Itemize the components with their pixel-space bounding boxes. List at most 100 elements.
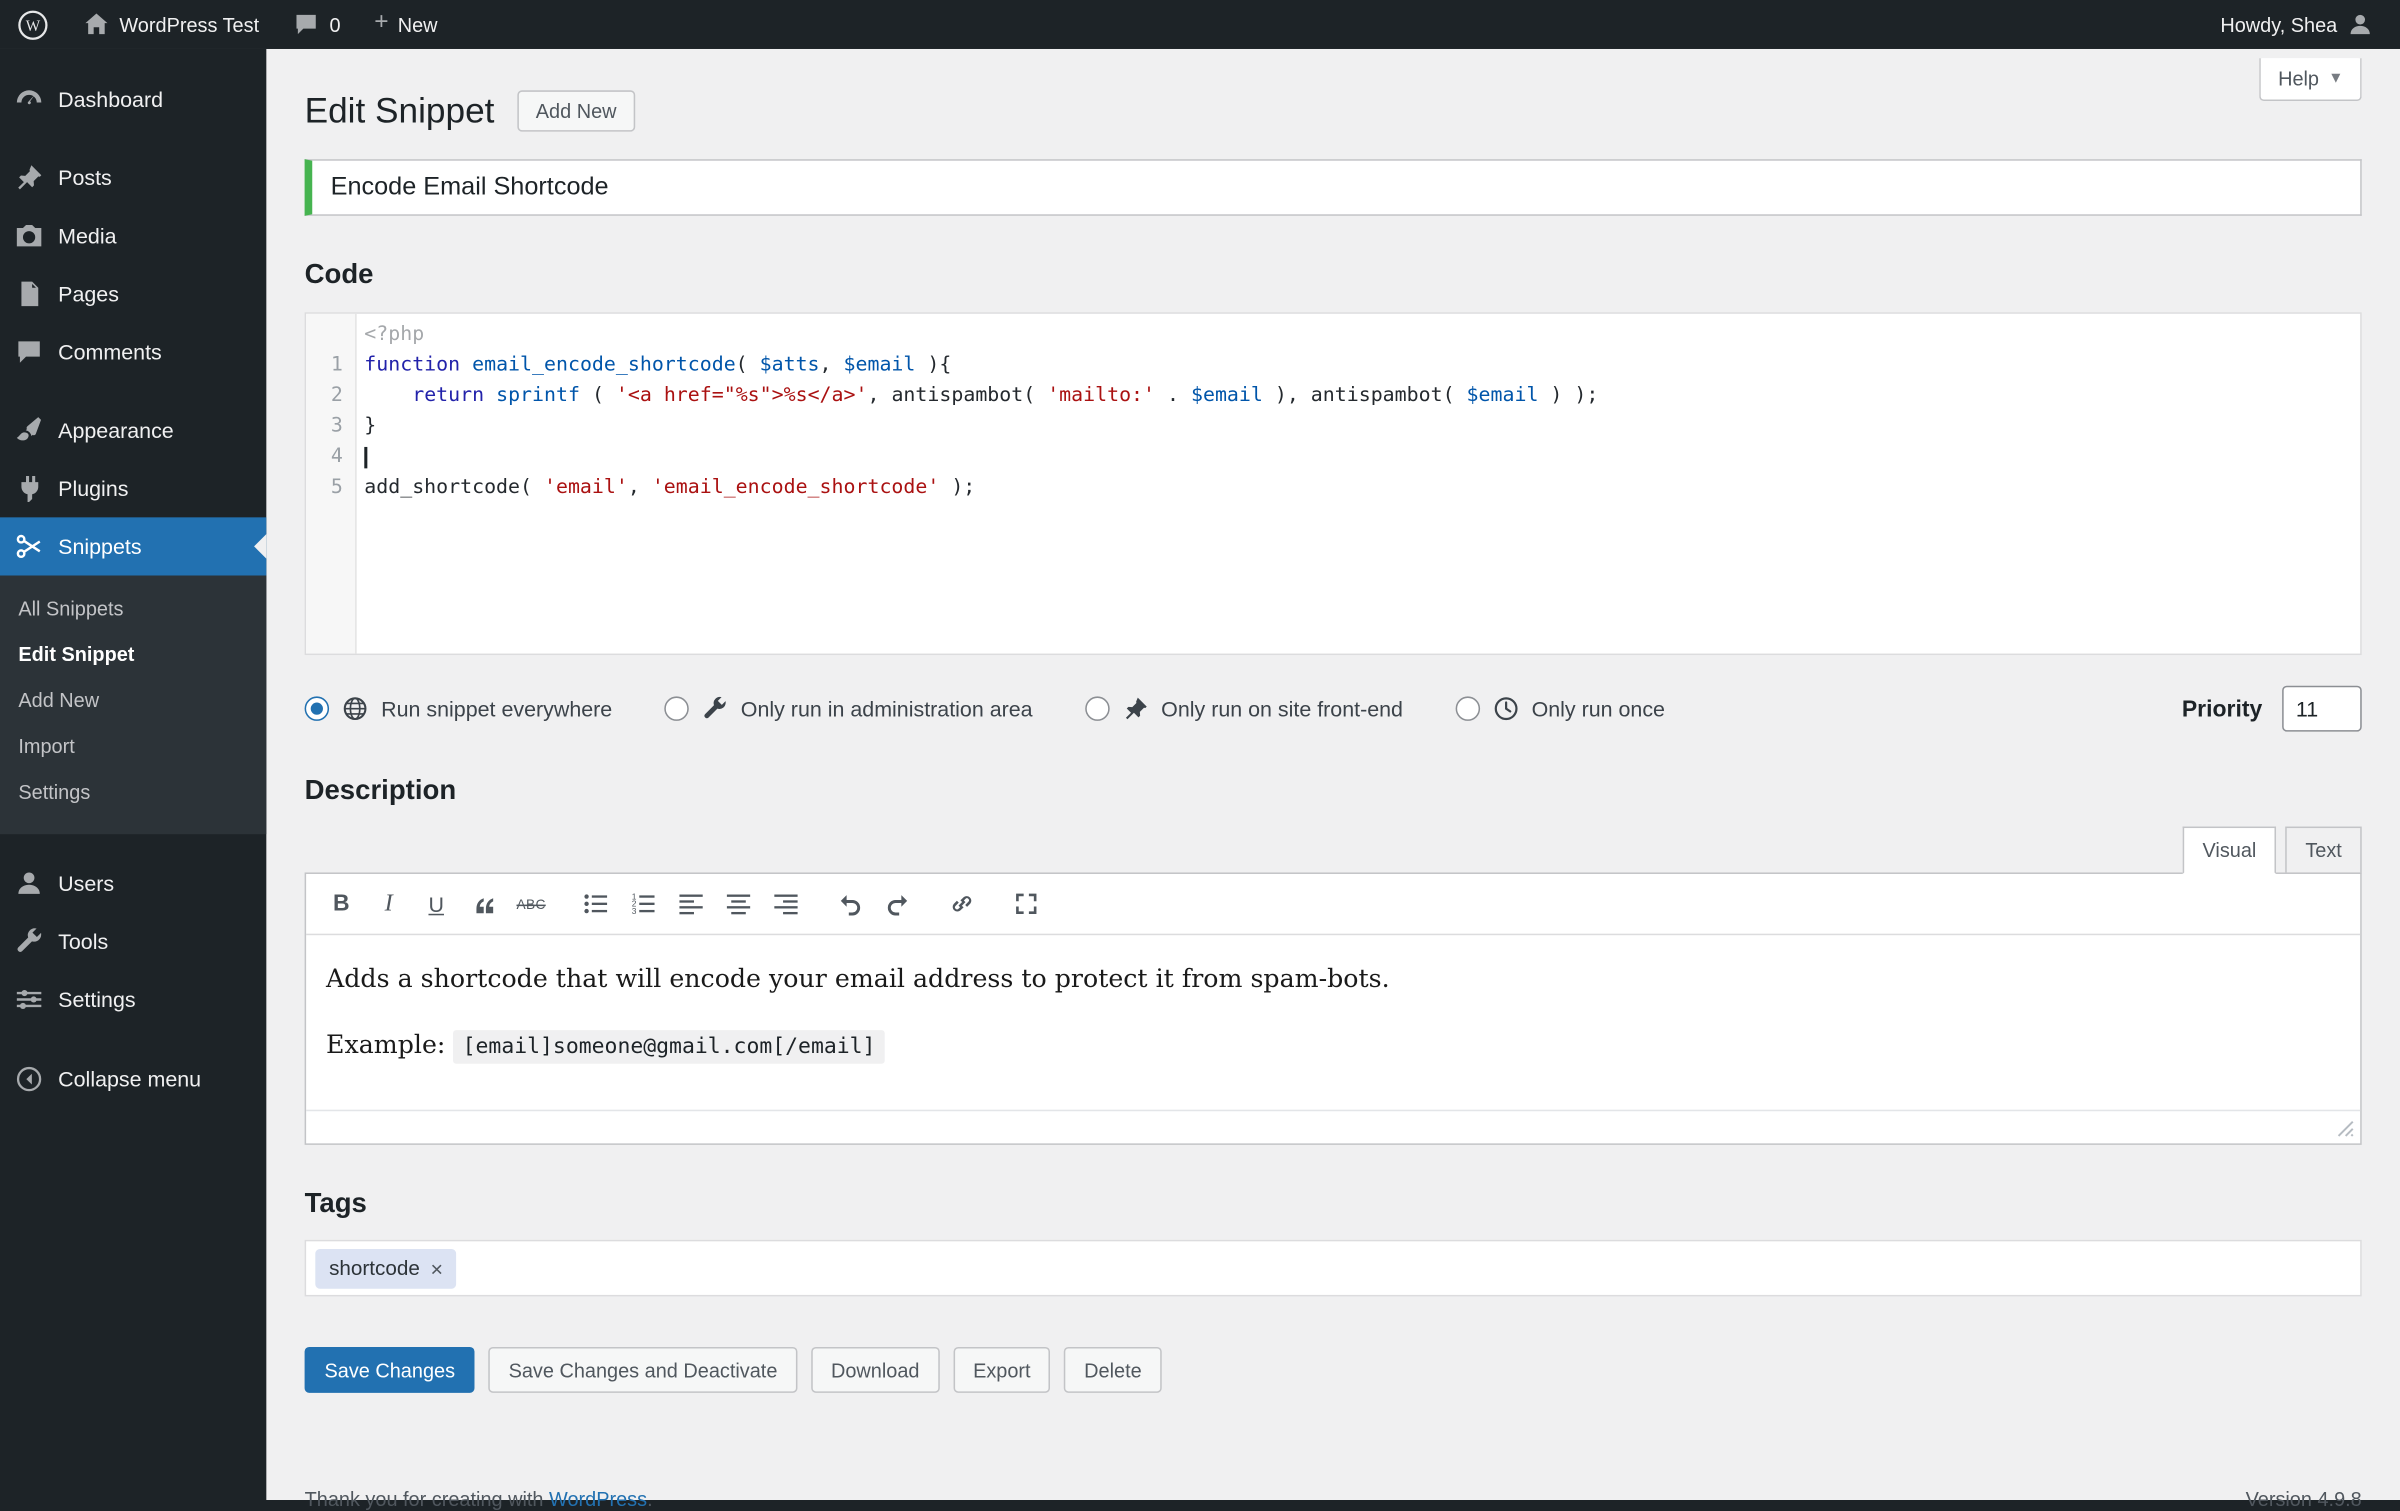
sidebar-item-label: Users [58, 870, 115, 896]
wrench-icon [701, 695, 729, 723]
editor-statusbar [306, 1109, 2361, 1144]
scope-option-label: Only run on site front-end [1161, 696, 1403, 721]
radio-button[interactable] [1455, 696, 1480, 721]
submenu-item-import[interactable]: Import [0, 724, 266, 770]
wordpress-link[interactable]: WordPress [549, 1488, 647, 1511]
example-shortcode: [email]someone@gmail.com[/email] [453, 1029, 885, 1064]
howdy-account-menu[interactable]: Howdy, Shea [2204, 0, 2391, 49]
code-editor-content[interactable]: <?php function email_encode_shortcode( $a… [357, 314, 2361, 654]
italic-button[interactable]: I [367, 885, 410, 923]
align-center-icon [723, 889, 752, 918]
submenu-item-add-new[interactable]: Add New [0, 678, 266, 724]
fullscreen-button[interactable] [1004, 885, 1047, 923]
admin-bar-new[interactable]: + New [357, 0, 454, 49]
sidebar-item-dashboard[interactable]: Dashboard [0, 70, 266, 128]
sidebar-item-snippets[interactable]: Snippets [0, 517, 267, 576]
sidebar-item-label: Media [58, 223, 117, 248]
export-button[interactable]: Export [953, 1346, 1051, 1393]
admin-bar-comments[interactable]: 0 [276, 0, 357, 49]
admin-sidebar: Dashboard Posts Media Pages Comments App… [0, 48, 267, 1500]
chevron-down-icon: ▼ [2328, 70, 2344, 88]
numbered-list-icon [628, 889, 657, 918]
scope-options: Run snippet everywhere Only run in admini… [304, 695, 1665, 723]
align-center-button[interactable] [716, 885, 759, 923]
wrench-icon [14, 926, 45, 957]
sidebar-item-settings[interactable]: Settings [0, 970, 266, 1028]
radio-button[interactable] [1084, 696, 1110, 721]
snippet-title-input[interactable] [304, 159, 2362, 216]
align-right-button[interactable] [764, 885, 807, 923]
add-new-button[interactable]: Add New [517, 90, 635, 132]
download-button[interactable]: Download [811, 1346, 940, 1393]
align-left-button[interactable] [669, 885, 712, 923]
numbered-list-button[interactable] [621, 885, 664, 923]
redo-button[interactable] [876, 885, 919, 923]
tags-input[interactable]: shortcode × [304, 1239, 2362, 1297]
plus-icon: + [374, 9, 389, 36]
collapse-menu-button[interactable]: Collapse menu [0, 1050, 266, 1108]
tab-visual[interactable]: Visual [2182, 826, 2277, 874]
sidebar-item-media[interactable]: Media [0, 207, 266, 265]
sidebar-item-posts[interactable]: Posts [0, 148, 266, 206]
resize-grip-icon[interactable] [2336, 1119, 2356, 1139]
save-deactivate-button[interactable]: Save Changes and Deactivate [488, 1346, 798, 1393]
link-button[interactable] [940, 885, 983, 923]
code-editor[interactable]: 12345 <?php function email_encode_shortco… [304, 312, 2362, 656]
align-right-icon [771, 889, 800, 918]
tag-chip-label: shortcode [329, 1256, 420, 1280]
editor-tabs: Visual Text [305, 825, 2362, 874]
admin-bar: WordPress Test 0 + New Howdy, Shea [0, 0, 2400, 49]
brush-icon [14, 415, 45, 446]
sidebar-item-appearance[interactable]: Appearance [0, 401, 266, 459]
priority-input[interactable] [2282, 685, 2362, 732]
page-title: Edit Snippet [304, 90, 495, 131]
scope-option[interactable]: Only run on site front-end [1084, 695, 1403, 723]
bulleted-list-icon [581, 889, 610, 918]
scope-option-label: Only run once [1531, 696, 1665, 721]
sidebar-item-label: Snippets [58, 534, 142, 559]
person-icon [14, 868, 45, 899]
submenu-item-all-snippets[interactable]: All Snippets [0, 586, 266, 632]
align-left-icon [676, 889, 705, 918]
code-heading: Code [304, 258, 374, 290]
delete-button[interactable]: Delete [1064, 1346, 1162, 1393]
radio-button[interactable] [304, 696, 330, 721]
submenu-item-settings[interactable]: Settings [0, 770, 266, 816]
bulleted-list-button[interactable] [574, 885, 617, 923]
tag-chip: shortcode × [315, 1248, 457, 1289]
sidebar-item-pages[interactable]: Pages [0, 265, 266, 323]
blockquote-button[interactable] [462, 885, 505, 923]
sidebar-item-users[interactable]: Users [0, 854, 266, 912]
bold-button[interactable]: B [320, 885, 363, 923]
undo-icon [835, 889, 864, 918]
sidebar-item-comments[interactable]: Comments [0, 323, 266, 381]
wordpress-logo-menu[interactable] [0, 0, 66, 49]
sidebar-item-tools[interactable]: Tools [0, 912, 266, 970]
pushpin-icon [14, 162, 45, 193]
blockquote-icon [469, 889, 498, 918]
main-content: Help ▼ Edit Snippet Add New Code 12345 <… [266, 48, 2400, 1511]
description-editor-content[interactable]: Adds a shortcode that will encode your e… [306, 935, 2360, 1109]
help-button[interactable]: Help ▼ [2259, 58, 2362, 102]
underline-button[interactable]: U [415, 885, 458, 923]
scope-option[interactable]: Run snippet everywhere [304, 695, 612, 723]
description-text: Adds a shortcode that will encode your e… [326, 964, 1390, 994]
scope-option[interactable]: Only run once [1455, 695, 1665, 723]
fullscreen-icon [1011, 889, 1040, 918]
submenu-item-edit-snippet[interactable]: Edit Snippet [0, 632, 266, 678]
sidebar-item-plugins[interactable]: Plugins [0, 459, 266, 517]
radio-button[interactable] [664, 696, 689, 721]
scope-option-label: Only run in administration area [740, 696, 1033, 721]
undo-button[interactable] [828, 885, 871, 923]
remove-tag-icon[interactable]: × [431, 1256, 444, 1280]
sidebar-item-label: Settings [58, 987, 136, 1012]
code-editor-gutter: 12345 [306, 313, 357, 654]
site-name-menu[interactable]: WordPress Test [66, 0, 276, 49]
strikethrough-button[interactable]: ABC [510, 885, 553, 923]
tab-text[interactable]: Text [2285, 826, 2362, 874]
dashboard-icon [14, 84, 45, 115]
save-changes-button[interactable]: Save Changes [304, 1346, 475, 1393]
globe-icon [341, 695, 369, 723]
text-cursor [364, 446, 367, 468]
scope-option[interactable]: Only run in administration area [664, 695, 1033, 723]
